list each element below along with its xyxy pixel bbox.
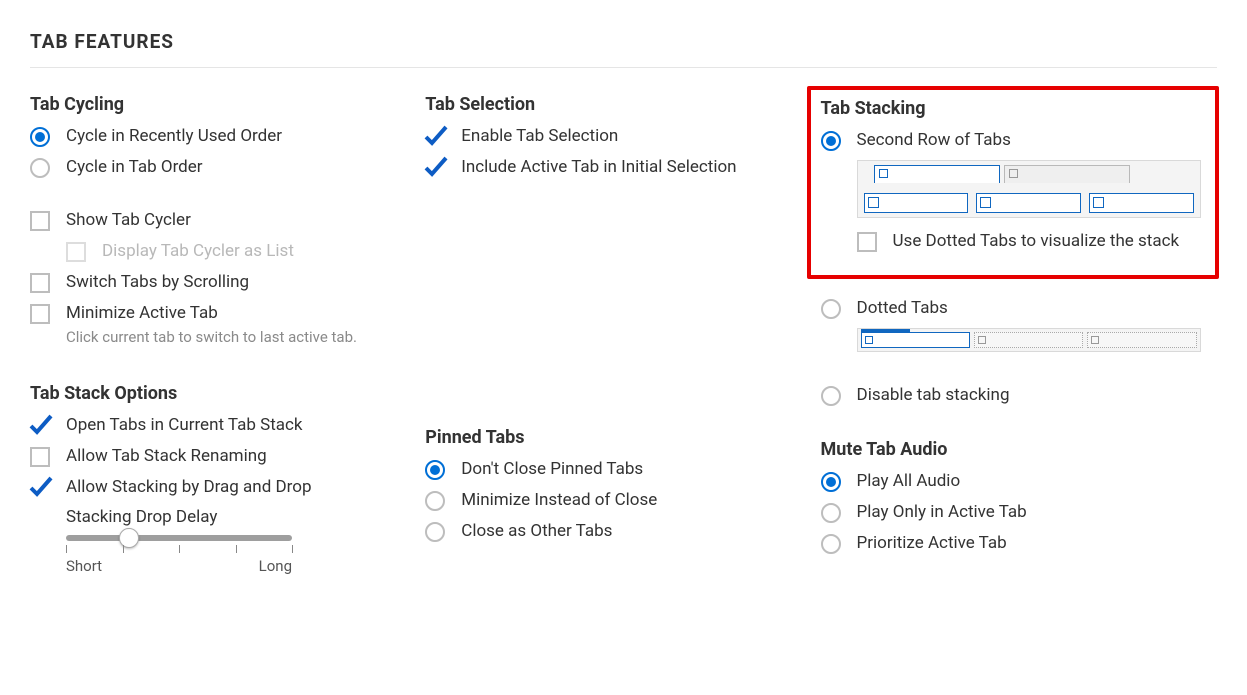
opt-prioritize-active[interactable]: Prioritize Active Tab: [821, 532, 1219, 555]
mute-audio-title: Mute Tab Audio: [821, 439, 1219, 460]
slider-short-label: Short: [66, 557, 102, 575]
opt-cycle-recently[interactable]: Cycle in Recently Used Order: [30, 125, 415, 148]
opt-allow-dragdrop[interactable]: Allow Stacking by Drag and Drop: [30, 476, 415, 499]
show-cycler-label: Show Tab Cycler: [66, 209, 415, 232]
column-2: Tab Selection Enable Tab Selection Inclu…: [425, 94, 820, 611]
column-1: Tab Cycling Cycle in Recently Used Order…: [30, 94, 425, 611]
checkbox-off-icon: [30, 273, 50, 293]
allow-rename-label: Allow Tab Stack Renaming: [66, 445, 415, 468]
checkbox-on-icon: [30, 416, 50, 436]
opt-second-row[interactable]: Second Row of Tabs: [821, 129, 1201, 152]
opt-dotted-tabs[interactable]: Dotted Tabs: [821, 297, 1219, 320]
opt-include-active[interactable]: Include Active Tab in Initial Selection: [425, 156, 810, 179]
section-tab-cycling: Tab Cycling Cycle in Recently Used Order…: [30, 94, 415, 347]
opt-play-active[interactable]: Play Only in Active Tab: [821, 501, 1219, 524]
use-dotted-label: Use Dotted Tabs to visualize the stack: [893, 230, 1201, 253]
cycle-recently-label: Cycle in Recently Used Order: [66, 125, 415, 148]
allow-dragdrop-label: Allow Stacking by Drag and Drop: [66, 476, 415, 499]
opt-play-all[interactable]: Play All Audio: [821, 470, 1219, 493]
opt-use-dotted[interactable]: Use Dotted Tabs to visualize the stack: [857, 230, 1201, 253]
opt-close-other[interactable]: Close as Other Tabs: [425, 520, 810, 543]
radio-off-icon: [30, 158, 50, 178]
minimize-active-hint: Click current tab to switch to last acti…: [66, 327, 415, 347]
display-list-label: Display Tab Cycler as List: [102, 240, 415, 263]
checkbox-off-icon: [857, 232, 877, 252]
section-tab-stack-options: Tab Stack Options Open Tabs in Current T…: [30, 383, 415, 575]
radio-on-icon: [425, 460, 445, 480]
prioritize-active-label: Prioritize Active Tab: [857, 532, 1219, 555]
opt-minimize-close[interactable]: Minimize Instead of Close: [425, 489, 810, 512]
opt-minimize-active[interactable]: Minimize Active Tab Click current tab to…: [30, 302, 415, 347]
dotted-tabs-label: Dotted Tabs: [857, 297, 1219, 320]
second-row-label: Second Row of Tabs: [857, 129, 1201, 152]
slider-ticks: [66, 545, 292, 553]
section-mute-audio: Mute Tab Audio Play All Audio Play Only …: [821, 439, 1219, 555]
section-tab-selection: Tab Selection Enable Tab Selection Inclu…: [425, 94, 810, 179]
opt-display-list: Display Tab Cycler as List: [66, 240, 415, 263]
cycle-order-label: Cycle in Tab Order: [66, 156, 415, 179]
page-title: TAB FEATURES: [30, 0, 1217, 68]
checkbox-disabled-icon: [66, 242, 86, 262]
opt-show-cycler[interactable]: Show Tab Cycler: [30, 209, 415, 232]
switch-scroll-label: Switch Tabs by Scrolling: [66, 271, 415, 294]
stacking-delay-slider[interactable]: Stacking Drop Delay Short Long: [66, 507, 415, 575]
radio-off-icon: [821, 299, 841, 319]
tab-stacking-highlight: Tab Stacking Second Row of Tabs Use Dott…: [807, 86, 1219, 279]
tab-stack-options-title: Tab Stack Options: [30, 383, 415, 404]
pinned-tabs-title: Pinned Tabs: [425, 427, 810, 448]
opt-cycle-order[interactable]: Cycle in Tab Order: [30, 156, 415, 179]
checkbox-off-icon: [30, 304, 50, 324]
enable-selection-label: Enable Tab Selection: [461, 125, 810, 148]
checkbox-off-icon: [30, 211, 50, 231]
tab-selection-title: Tab Selection: [425, 94, 810, 115]
opt-open-current-stack[interactable]: Open Tabs in Current Tab Stack: [30, 414, 415, 437]
opt-enable-selection[interactable]: Enable Tab Selection: [425, 125, 810, 148]
radio-off-icon: [821, 503, 841, 523]
tab-cycling-title: Tab Cycling: [30, 94, 415, 115]
play-active-label: Play Only in Active Tab: [857, 501, 1219, 524]
radio-on-icon: [821, 131, 841, 151]
slider-track[interactable]: [66, 535, 292, 541]
close-other-label: Close as Other Tabs: [461, 520, 810, 543]
column-3: Tab Stacking Second Row of Tabs Use Dott…: [821, 94, 1229, 611]
opt-allow-rename[interactable]: Allow Tab Stack Renaming: [30, 445, 415, 468]
slider-long-label: Long: [259, 557, 292, 575]
play-all-label: Play All Audio: [857, 470, 1219, 493]
minimize-active-label: Minimize Active Tab: [66, 303, 218, 323]
second-row-preview: [857, 160, 1201, 218]
dont-close-pinned-label: Don't Close Pinned Tabs: [461, 458, 810, 481]
open-current-stack-label: Open Tabs in Current Tab Stack: [66, 414, 415, 437]
checkbox-off-icon: [30, 447, 50, 467]
stacking-delay-label: Stacking Drop Delay: [66, 507, 415, 527]
radio-on-icon: [821, 472, 841, 492]
radio-on-icon: [30, 127, 50, 147]
opt-dont-close-pinned[interactable]: Don't Close Pinned Tabs: [425, 458, 810, 481]
include-active-label: Include Active Tab in Initial Selection: [461, 156, 810, 179]
opt-switch-scroll[interactable]: Switch Tabs by Scrolling: [30, 271, 415, 294]
tab-stacking-title: Tab Stacking: [821, 98, 1201, 119]
section-pinned-tabs: Pinned Tabs Don't Close Pinned Tabs Mini…: [425, 427, 810, 543]
radio-off-icon: [425, 491, 445, 511]
minimize-close-label: Minimize Instead of Close: [461, 489, 810, 512]
radio-off-icon: [821, 386, 841, 406]
slider-end-labels: Short Long: [66, 557, 292, 575]
settings-columns: Tab Cycling Cycle in Recently Used Order…: [30, 94, 1217, 611]
dotted-preview: [857, 328, 1201, 352]
checkbox-on-icon: [425, 127, 445, 147]
radio-off-icon: [425, 522, 445, 542]
checkbox-on-icon: [425, 158, 445, 178]
disable-stacking-label: Disable tab stacking: [857, 384, 1219, 407]
radio-off-icon: [821, 534, 841, 554]
opt-disable-stacking[interactable]: Disable tab stacking: [821, 384, 1219, 407]
checkbox-on-icon: [30, 478, 50, 498]
